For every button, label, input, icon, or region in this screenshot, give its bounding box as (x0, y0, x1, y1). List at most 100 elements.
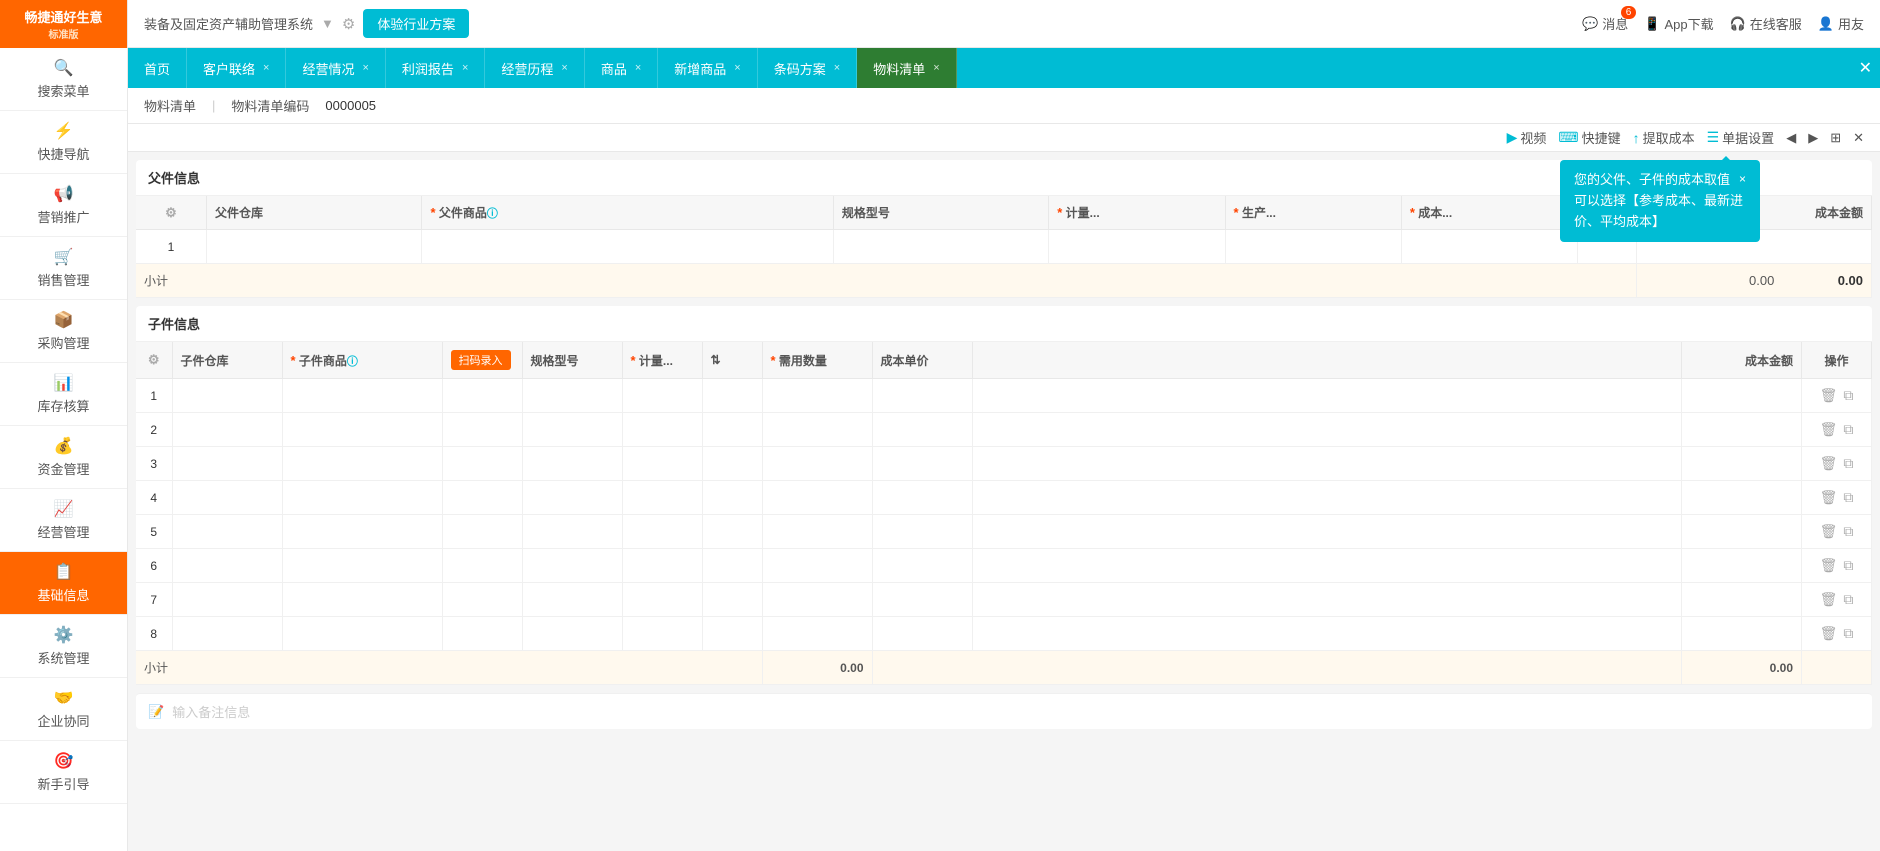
child-cell-unit-0[interactable] (622, 379, 702, 413)
child-cell-product-4[interactable] (282, 515, 442, 549)
child-cell-amount-5[interactable] (1682, 549, 1802, 583)
child-cell-warehouse-5[interactable] (172, 549, 282, 583)
child-cell-scan-3[interactable] (442, 481, 522, 515)
child-cell-qty-2[interactable] (762, 447, 872, 481)
nav-tab-7[interactable]: 条码方案× (758, 48, 857, 88)
child-cell-amount-2[interactable] (1682, 447, 1802, 481)
copy-icon-2[interactable]: ⧉ (1843, 455, 1853, 472)
sidebar-item-10[interactable]: 🤝企业协同 (0, 678, 127, 741)
child-cell-spec-2[interactable] (522, 447, 622, 481)
child-cell-amount-0[interactable] (1682, 379, 1802, 413)
nav-tab-close-6[interactable]: × (734, 62, 740, 74)
view-btn[interactable]: ▶ 视频 (1507, 128, 1547, 147)
child-cell-warehouse-0[interactable] (172, 379, 282, 413)
child-cell-product-5[interactable] (282, 549, 442, 583)
nav-tab-0[interactable]: 首页 (128, 48, 187, 88)
child-cell-scan-6[interactable] (442, 583, 522, 617)
child-cell-spec-1[interactable] (522, 413, 622, 447)
tooltip-close-btn[interactable]: × (1739, 170, 1746, 189)
nav-close-all[interactable]: ✕ (1851, 58, 1880, 78)
child-cell-product-0[interactable] (282, 379, 442, 413)
nav-tab-3[interactable]: 利润报告× (386, 48, 485, 88)
child-cell-spec-3[interactable] (522, 481, 622, 515)
child-cell-unitprice-0[interactable] (872, 379, 972, 413)
child-cell-unit-3[interactable] (622, 481, 702, 515)
shortcut-btn[interactable]: ⌨ 快捷键 (1558, 128, 1620, 147)
copy-icon-3[interactable]: ⧉ (1843, 489, 1853, 506)
child-cell-scan-4[interactable] (442, 515, 522, 549)
delete-icon-2[interactable]: 🗑 (1820, 455, 1838, 472)
copy-icon-0[interactable]: ⧉ (1843, 387, 1853, 404)
sidebar-item-11[interactable]: 🎯新手引导 (0, 741, 127, 804)
copy-icon-5[interactable]: ⧉ (1843, 557, 1853, 574)
grid-btn[interactable]: ⊞ (1830, 130, 1841, 146)
sidebar-item-5[interactable]: 📊库存核算 (0, 363, 127, 426)
settings-icon[interactable]: ⚙ (342, 15, 355, 33)
child-cell-unitprice-3[interactable] (872, 481, 972, 515)
child-cell-qty-4[interactable] (762, 515, 872, 549)
copy-icon-4[interactable]: ⧉ (1843, 523, 1853, 540)
delete-icon-7[interactable]: 🗑 (1820, 625, 1838, 642)
child-cell-warehouse-1[interactable] (172, 413, 282, 447)
topbar-dropdown-arrow[interactable]: ▼ (321, 16, 334, 31)
child-cell-amount-4[interactable] (1682, 515, 1802, 549)
breadcrumb-item-1[interactable]: 物料清单 (144, 96, 196, 115)
child-cell-product-6[interactable] (282, 583, 442, 617)
sidebar-item-0[interactable]: 🔍搜索菜单 (0, 48, 127, 111)
nav-tab-2[interactable]: 经营情况× (286, 48, 385, 88)
child-cell-amount-7[interactable] (1682, 617, 1802, 651)
trial-btn[interactable]: 体验行业方案 (363, 9, 469, 38)
delete-icon-3[interactable]: 🗑 (1820, 489, 1838, 506)
delete-icon-0[interactable]: 🗑 (1820, 387, 1838, 404)
delete-icon-4[interactable]: 🗑 (1820, 523, 1838, 540)
nav-forward-btn[interactable]: ▶ (1808, 130, 1818, 146)
child-cell-product-7[interactable] (282, 617, 442, 651)
child-cell-qty-3[interactable] (762, 481, 872, 515)
online-service[interactable]: 🎧 在线客服 (1730, 14, 1802, 33)
sidebar-item-7[interactable]: 📈经营管理 (0, 489, 127, 552)
note-placeholder[interactable]: 输入备注信息 (172, 702, 250, 721)
nav-tab-5[interactable]: 商品× (585, 48, 658, 88)
nav-tab-6[interactable]: 新增商品× (658, 48, 757, 88)
sidebar-item-8[interactable]: 📋基础信息 (0, 552, 127, 615)
child-cell-spec-0[interactable] (522, 379, 622, 413)
parent-cell-product[interactable] (422, 230, 833, 264)
nav-tab-close-4[interactable]: × (561, 62, 567, 74)
child-cell-unit-1[interactable] (622, 413, 702, 447)
user-menu[interactable]: 👤 用友 (1818, 14, 1864, 33)
message-badge[interactable]: 💬 消息 6 (1582, 14, 1628, 33)
nav-tab-8[interactable]: 物料清单× (857, 48, 956, 88)
child-cell-scan-2[interactable] (442, 447, 522, 481)
extract-cost-btn[interactable]: ↑ 提取成本 (1633, 128, 1695, 147)
child-cell-unitprice-7[interactable] (872, 617, 972, 651)
sidebar-item-1[interactable]: ⚡快捷导航 (0, 111, 127, 174)
child-cell-product-3[interactable] (282, 481, 442, 515)
child-cell-warehouse-6[interactable] (172, 583, 282, 617)
sidebar-item-9[interactable]: ⚙️系统管理 (0, 615, 127, 678)
copy-icon-1[interactable]: ⧉ (1843, 421, 1853, 438)
sidebar-item-2[interactable]: 📢营销推广 (0, 174, 127, 237)
child-cell-unitprice-6[interactable] (872, 583, 972, 617)
child-cell-spec-7[interactable] (522, 617, 622, 651)
child-cell-warehouse-4[interactable] (172, 515, 282, 549)
child-cell-unit-4[interactable] (622, 515, 702, 549)
child-cell-scan-5[interactable] (442, 549, 522, 583)
child-cell-amount-3[interactable] (1682, 481, 1802, 515)
child-cell-unit-7[interactable] (622, 617, 702, 651)
child-cell-qty-0[interactable] (762, 379, 872, 413)
copy-icon-6[interactable]: ⧉ (1843, 591, 1853, 608)
child-cell-amount-1[interactable] (1682, 413, 1802, 447)
nav-tab-close-8[interactable]: × (933, 62, 939, 74)
close-x-btn[interactable]: ✕ (1853, 130, 1864, 146)
parent-cell-unit[interactable] (1049, 230, 1225, 264)
child-cell-unitprice-4[interactable] (872, 515, 972, 549)
nav-back-btn[interactable]: ◀ (1786, 130, 1796, 146)
nav-tab-1[interactable]: 客户联络× (187, 48, 286, 88)
nav-tab-close-5[interactable]: × (635, 62, 641, 74)
parent-cell-produce[interactable] (1225, 230, 1401, 264)
child-cell-spec-6[interactable] (522, 583, 622, 617)
child-cell-product-1[interactable] (282, 413, 442, 447)
delete-icon-6[interactable]: 🗑 (1820, 591, 1838, 608)
nav-tab-close-3[interactable]: × (462, 62, 468, 74)
sidebar-item-3[interactable]: 🛒销售管理 (0, 237, 127, 300)
